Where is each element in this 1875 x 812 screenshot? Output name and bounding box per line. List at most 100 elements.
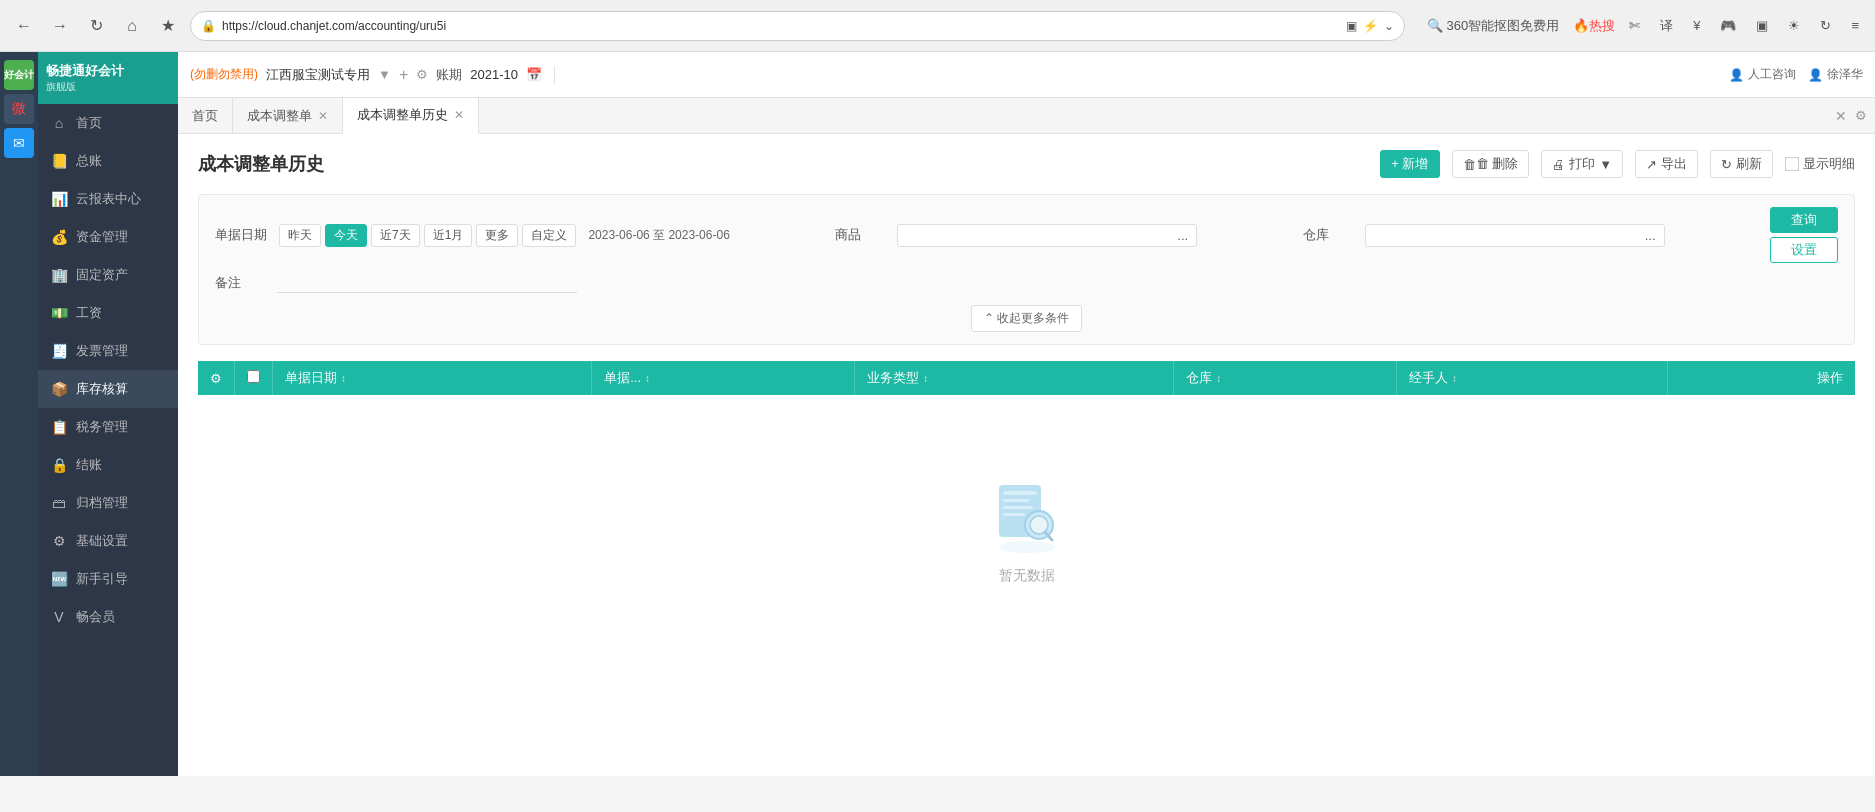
sidebar: 畅捷通好会计 旗舰版 ⌂首页📒总账📊云报表中心💰资金管理🏢固定资产💵工资🧾发票管… — [38, 52, 178, 776]
yesterday-btn[interactable]: 昨天 — [279, 224, 321, 247]
sidebar-nav: ⌂首页📒总账📊云报表中心💰资金管理🏢固定资产💵工资🧾发票管理📦库存核算📋税务管理… — [38, 104, 178, 636]
last7days-btn[interactable]: 近7天 — [371, 224, 420, 247]
forward-button[interactable]: → — [46, 12, 74, 40]
home-button[interactable]: ⌂ — [118, 12, 146, 40]
display-toggle[interactable]: 显示明细 — [1785, 155, 1855, 173]
tab-settings-icon[interactable]: ⚙ — [1855, 108, 1867, 123]
sidebar-icon-home: ⌂ — [50, 115, 68, 131]
dropdown-icon[interactable]: ▼ — [378, 67, 391, 82]
display-toggle-checkbox[interactable] — [1785, 157, 1799, 171]
empty-illustration — [987, 475, 1067, 555]
new-btn[interactable]: + 新增 — [1380, 150, 1439, 178]
sidebar-header[interactable]: 畅捷通好会计 旗舰版 — [38, 52, 178, 104]
last1month-btn[interactable]: 近1月 — [424, 224, 473, 247]
sidebar-item-vip[interactable]: V畅会员 — [38, 598, 178, 636]
collapse-btn[interactable]: ⌃ 收起更多条件 — [971, 305, 1082, 332]
warning-label: (勿删勿禁用) — [190, 66, 258, 83]
back-button[interactable]: ← — [10, 12, 38, 40]
filter-settings-btn[interactable]: 设置 — [1770, 237, 1838, 263]
note-input[interactable] — [277, 273, 577, 293]
sidebar-item-ledger[interactable]: 📒总账 — [38, 142, 178, 180]
data-table: ⚙ 单据日期 ↕ 单据... — [198, 361, 1855, 395]
refresh-button[interactable]: ↻ — [82, 12, 110, 40]
tab-cost-adjust-close[interactable]: ✕ — [318, 109, 328, 123]
translate-tool[interactable]: 译 — [1654, 15, 1679, 37]
sidebar-icon-vip: V — [50, 609, 68, 625]
export-btn[interactable]: ↗ 导出 — [1635, 150, 1698, 178]
search-tool[interactable]: 🔍 360智能抠图免费用 — [1421, 15, 1565, 37]
warehouse-sort-icon[interactable]: ↕ — [1216, 373, 1221, 384]
add-company-btn[interactable]: + — [399, 66, 408, 84]
th-checkbox[interactable] — [235, 361, 273, 395]
th-number[interactable]: 单据... ↕ — [592, 361, 855, 395]
user-menu[interactable]: 👤 徐泽华 — [1808, 66, 1863, 83]
operator-sort-icon[interactable]: ↕ — [1452, 373, 1457, 384]
custom-date-btn[interactable]: 自定义 — [522, 224, 576, 247]
browser-chrome: ← → ↻ ⌂ ★ 🔒 https://cloud.chanjet.com/ac… — [0, 0, 1875, 52]
goods-select[interactable]: ... — [897, 224, 1197, 247]
th-warehouse[interactable]: 仓库 ↕ — [1174, 361, 1397, 395]
sidebar-item-payroll[interactable]: 💵工资 — [38, 294, 178, 332]
support-btn[interactable]: 👤 人工咨询 — [1729, 66, 1796, 83]
date-sort-icon[interactable]: ↕ — [341, 373, 346, 384]
menu-tool[interactable]: ≡ — [1845, 16, 1865, 35]
print-btn[interactable]: 🖨 打印 ▼ — [1541, 150, 1623, 178]
sidebar-item-fixed-assets[interactable]: 🏢固定资产 — [38, 256, 178, 294]
history-tool[interactable]: ↻ — [1814, 16, 1837, 35]
th-operator[interactable]: 经手人 ↕ — [1397, 361, 1668, 395]
url-text: https://cloud.chanjet.com/accounting/uru… — [222, 19, 1340, 33]
note-filter-label: 备注 — [215, 274, 265, 292]
tab-home[interactable]: 首页 — [178, 98, 233, 134]
grid-tool[interactable]: ▣ — [1750, 16, 1774, 35]
query-btn[interactable]: 查询 — [1770, 207, 1838, 233]
msg-icon[interactable]: ✉ — [4, 128, 34, 158]
sidebar-icon-close: 🔒 — [50, 457, 68, 473]
sidebar-item-home[interactable]: ⌂首页 — [38, 104, 178, 142]
goods-filter-label: 商品 — [835, 226, 885, 244]
refresh-btn[interactable]: ↻ 刷新 — [1710, 150, 1773, 178]
tab-cost-adjust-history-close[interactable]: ✕ — [454, 108, 464, 122]
logo-icon[interactable]: 好会计 — [4, 60, 34, 90]
sidebar-item-inventory[interactable]: 📦库存核算 — [38, 370, 178, 408]
calendar-icon[interactable]: 📅 — [526, 67, 542, 82]
sidebar-item-archive[interactable]: 🗃归档管理 — [38, 484, 178, 522]
wallet-tool[interactable]: ¥ — [1687, 16, 1706, 35]
tab-close-all[interactable]: ✕ — [1835, 108, 1847, 124]
delete-btn[interactable]: 🗑 🗑 删除 — [1452, 150, 1530, 178]
th-settings[interactable]: ⚙ — [198, 361, 235, 395]
sidebar-item-invoice[interactable]: 🧾发票管理 — [38, 332, 178, 370]
number-sort-icon[interactable]: ↕ — [645, 373, 650, 384]
today-btn[interactable]: 今天 — [325, 224, 367, 247]
settings-icon[interactable]: ⚙ — [416, 67, 428, 82]
table-settings-icon[interactable]: ⚙ — [210, 371, 222, 386]
tab-cost-adjust[interactable]: 成本调整单 ✕ — [233, 98, 343, 134]
sidebar-item-guide[interactable]: 🆕新手引导 — [38, 560, 178, 598]
display-tool[interactable]: ☀ — [1782, 16, 1806, 35]
select-all-checkbox[interactable] — [247, 370, 260, 383]
support-icon: 👤 — [1729, 68, 1744, 82]
address-bar[interactable]: 🔒 https://cloud.chanjet.com/accounting/u… — [190, 11, 1405, 41]
sidebar-item-close[interactable]: 🔒结账 — [38, 446, 178, 484]
more-date-btn[interactable]: 更多 — [476, 224, 518, 247]
sidebar-item-reports[interactable]: 📊云报表中心 — [38, 180, 178, 218]
weibo-icon[interactable]: 微 — [4, 94, 34, 124]
scissors-tool[interactable]: ✄ — [1623, 16, 1646, 35]
sidebar-label-fixed-assets: 固定资产 — [76, 266, 128, 284]
goods-more-icon[interactable]: ... — [1177, 228, 1188, 243]
warehouse-select[interactable]: ... — [1365, 224, 1665, 247]
game-tool[interactable]: 🎮 — [1714, 16, 1742, 35]
th-business-type[interactable]: 业务类型 ↕ — [855, 361, 1174, 395]
btype-sort-icon[interactable]: ↕ — [923, 373, 928, 384]
star-button[interactable]: ★ — [154, 12, 182, 40]
display-toggle-label: 显示明细 — [1803, 155, 1855, 173]
warehouse-more-icon[interactable]: ... — [1645, 228, 1656, 243]
sidebar-item-funds[interactable]: 💰资金管理 — [38, 218, 178, 256]
tab-cost-adjust-history[interactable]: 成本调整单历史 ✕ — [343, 98, 479, 134]
sidebar-item-tax[interactable]: 📋税务管理 — [38, 408, 178, 446]
top-bar-right: 👤 人工咨询 👤 徐泽华 — [1729, 66, 1863, 83]
period-label: 账期 — [436, 66, 462, 84]
company-name: 江西服宝测试专用 — [266, 66, 370, 84]
empty-text: 暂无数据 — [999, 567, 1055, 585]
th-date[interactable]: 单据日期 ↕ — [273, 361, 592, 395]
sidebar-item-settings[interactable]: ⚙基础设置 — [38, 522, 178, 560]
